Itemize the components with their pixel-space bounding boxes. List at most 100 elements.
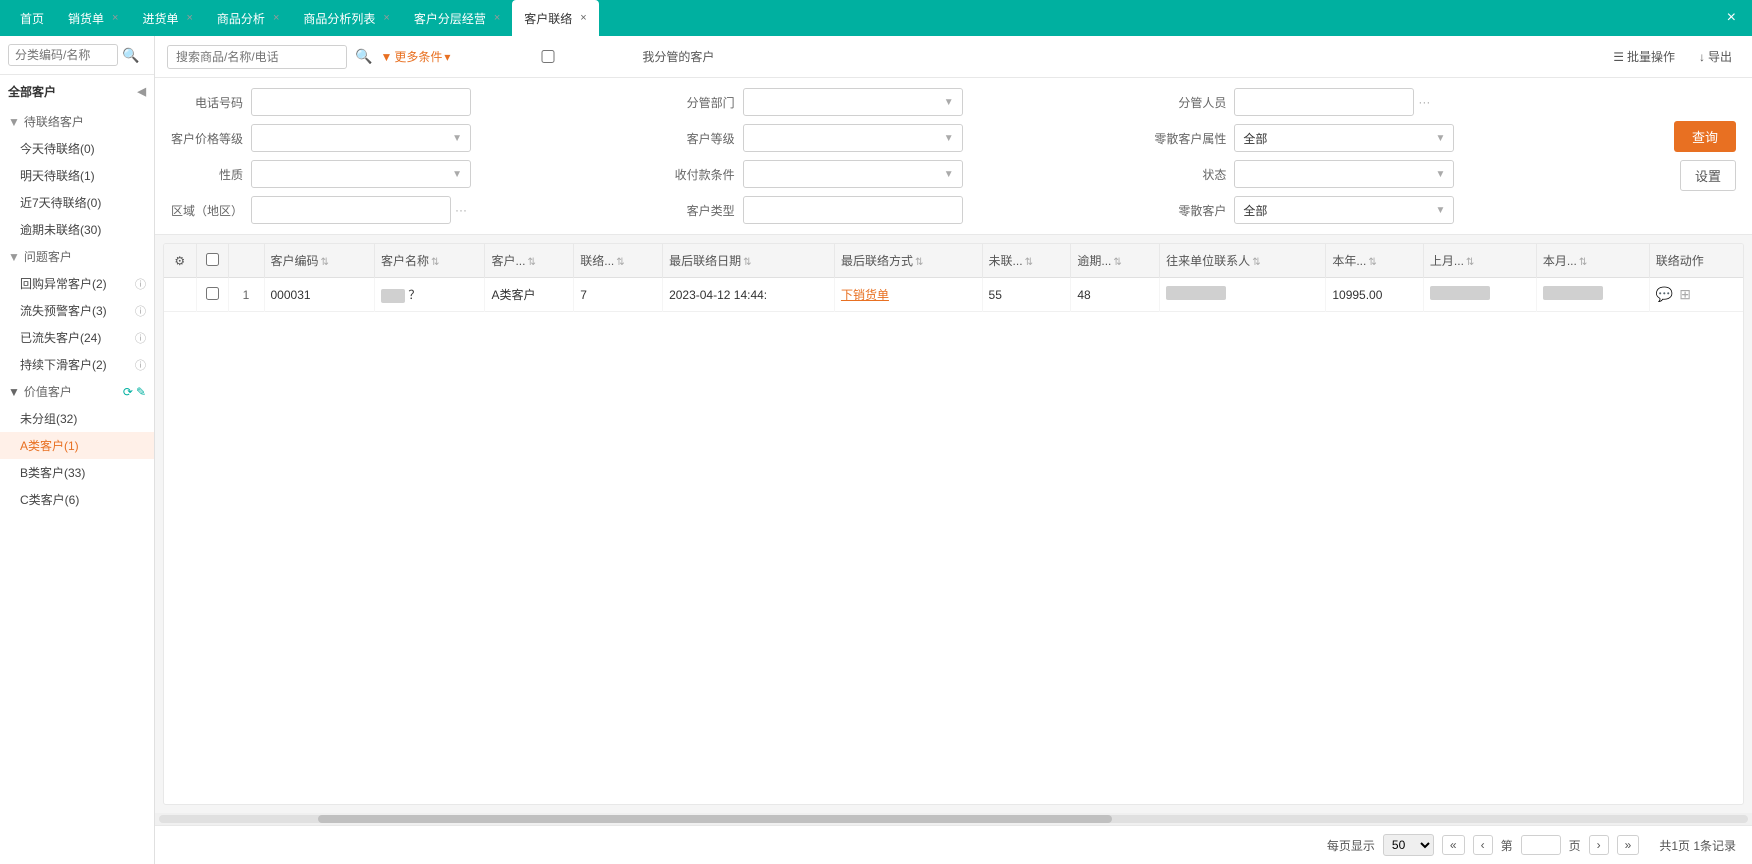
sidebar-item-c-class[interactable]: C类客户(6) bbox=[0, 486, 154, 513]
search-input[interactable] bbox=[167, 45, 347, 69]
col-level-header[interactable]: 客户...⇅ bbox=[485, 244, 574, 278]
col-last-method-header[interactable]: 最后联络方式⇅ bbox=[834, 244, 982, 278]
close-segment-tab[interactable]: × bbox=[494, 12, 500, 24]
close-product-analysis-tab[interactable]: × bbox=[273, 12, 279, 24]
customer-grade-select[interactable]: ▼ bbox=[743, 124, 963, 152]
sidebar-item-7days[interactable]: 近7天待联络(0) bbox=[0, 189, 154, 216]
col-name-header[interactable]: 客户名称⇅ bbox=[374, 244, 484, 278]
sidebar-item-tomorrow[interactable]: 明天待联络(1) bbox=[0, 162, 154, 189]
sidebar-item-a-class[interactable]: A类客户(1) bbox=[0, 432, 154, 459]
filter-search-icon[interactable]: 🔍 bbox=[355, 48, 372, 65]
select-all-checkbox[interactable] bbox=[206, 253, 219, 266]
col-contact-header[interactable]: 联络...⇅ bbox=[574, 244, 663, 278]
retail-customer-select[interactable]: 全部 ▼ bbox=[1234, 196, 1454, 224]
sidebar-group-value[interactable]: ▼ 价值客户 ⟳ ✎ bbox=[0, 378, 154, 405]
filter-bar: 🔍 ▼ 更多条件 ▾ 我分管的客户 ☰ 批量操作 ↓ 导出 bbox=[155, 36, 1752, 78]
nav-sales[interactable]: 销货单 × bbox=[56, 0, 130, 36]
payment-select[interactable]: ▼ bbox=[743, 160, 963, 188]
bottom-scrollbar[interactable] bbox=[155, 813, 1752, 825]
chat-icon[interactable]: 💬 bbox=[1656, 286, 1673, 303]
customer-table: ⚙ 客户编码⇅ 客户名称⇅ 客户...⇅ 联络...⇅ 最后联络日期⇅ 最后联络… bbox=[164, 244, 1743, 312]
nav-home[interactable]: 首页 bbox=[8, 0, 56, 36]
close-product-list-tab[interactable]: × bbox=[383, 12, 389, 24]
row-last-method[interactable]: 下销货单 bbox=[834, 278, 982, 312]
qr-icon[interactable]: ⊞ bbox=[1679, 286, 1691, 303]
close-contact-tab[interactable]: × bbox=[580, 12, 586, 24]
add-group-icon[interactable]: ⟳ bbox=[123, 385, 133, 399]
row-checkbox[interactable] bbox=[196, 278, 228, 312]
export-button[interactable]: ↓ 导出 bbox=[1691, 44, 1740, 69]
close-all-button[interactable]: × bbox=[1719, 5, 1744, 31]
filter-icon: ▼ bbox=[380, 50, 392, 64]
next-page-button[interactable]: › bbox=[1589, 835, 1609, 855]
col-no-contact-header[interactable]: 未联...⇅ bbox=[982, 244, 1071, 278]
sidebar-item-churn-warning[interactable]: 流失预警客户(3) ⓘ bbox=[0, 297, 154, 324]
sidebar-item-overdue[interactable]: 逾期未联络(30) bbox=[0, 216, 154, 243]
last-method-link[interactable]: 下销货单 bbox=[841, 288, 889, 302]
phone-input[interactable] bbox=[251, 88, 471, 116]
sidebar-group-problems[interactable]: ▼ 问题客户 bbox=[0, 243, 154, 270]
group-title-pending: 待联络客户 bbox=[24, 113, 84, 130]
sidebar-item-churned[interactable]: 已流失客户(24) ⓘ bbox=[0, 324, 154, 351]
batch-op-button[interactable]: ☰ 批量操作 bbox=[1605, 44, 1683, 69]
scroll-thumb bbox=[318, 815, 1113, 823]
col-contact2-header[interactable]: 往来单位联系人⇅ bbox=[1160, 244, 1326, 278]
last-page-button[interactable]: » bbox=[1617, 835, 1640, 855]
more-conditions-button[interactable]: ▼ 更多条件 ▾ bbox=[380, 48, 450, 65]
filter-dept: 分管部门 ▼ bbox=[663, 88, 1155, 116]
customer-type-input[interactable] bbox=[743, 196, 963, 224]
col-last-month-header[interactable]: 上月...⇅ bbox=[1423, 244, 1536, 278]
sidebar-item-today[interactable]: 今天待联络(0) bbox=[0, 135, 154, 162]
top-nav: 首页 销货单 × 进货单 × 商品分析 × 商品分析列表 × 客户分层经营 × … bbox=[0, 0, 1752, 36]
page-number-input[interactable]: 1 bbox=[1521, 835, 1561, 855]
page-size-select[interactable]: 50 100 200 bbox=[1383, 834, 1434, 856]
sidebar-search-input[interactable] bbox=[8, 44, 118, 66]
region-dots[interactable]: ··· bbox=[451, 203, 471, 217]
sidebar-item-declining[interactable]: 持续下滑客户(2) ⓘ bbox=[0, 351, 154, 378]
first-page-button[interactable]: « bbox=[1442, 835, 1465, 855]
nav-product-analysis-list[interactable]: 商品分析列表 × bbox=[291, 0, 401, 36]
sidebar-group-pending[interactable]: ▼ 待联络客户 bbox=[0, 108, 154, 135]
my-customers-filter[interactable]: 我分管的客户 bbox=[458, 48, 714, 65]
retail-attr-select[interactable]: 全部 ▼ bbox=[1234, 124, 1454, 152]
contact2-blurred bbox=[1166, 286, 1226, 300]
settings-button[interactable]: 设置 bbox=[1680, 160, 1736, 191]
nature-select[interactable]: ▼ bbox=[251, 160, 471, 188]
col-this-year-header[interactable]: 本年...⇅ bbox=[1326, 244, 1424, 278]
price-grade-select[interactable]: ▼ bbox=[251, 124, 471, 152]
person-input[interactable] bbox=[1234, 88, 1414, 116]
row-num: 1 bbox=[228, 278, 264, 312]
main-layout: 🔍 全部客户 ◀ ▼ 待联络客户 今天待联络(0) 明天待联络(1) 近7天待联… bbox=[0, 36, 1752, 864]
col-last-date-header[interactable]: 最后联络日期⇅ bbox=[663, 244, 835, 278]
person-dots[interactable]: ··· bbox=[1414, 95, 1434, 109]
dept-select[interactable]: ▼ bbox=[743, 88, 963, 116]
col-overdue-header[interactable]: 逾期...⇅ bbox=[1071, 244, 1160, 278]
sidebar-item-b-class[interactable]: B类客户(33) bbox=[0, 459, 154, 486]
row-name[interactable]: ？ bbox=[374, 278, 484, 312]
status-select[interactable]: ▼ bbox=[1234, 160, 1454, 188]
col-code-header[interactable]: 客户编码⇅ bbox=[264, 244, 374, 278]
filter-payment: 收付款条件 ▼ bbox=[663, 160, 1155, 188]
col-gear-header[interactable]: ⚙ bbox=[164, 244, 196, 278]
nav-purchase[interactable]: 进货单 × bbox=[130, 0, 204, 36]
nav-customer-contact[interactable]: 客户联络 × bbox=[512, 0, 598, 36]
col-checkbox-header[interactable] bbox=[196, 244, 228, 278]
sidebar-search-area: 🔍 bbox=[0, 36, 154, 75]
region-select[interactable] bbox=[251, 196, 451, 224]
my-customers-checkbox[interactable] bbox=[458, 50, 638, 63]
nav-customer-segment[interactable]: 客户分层经营 × bbox=[402, 0, 512, 36]
sidebar-item-ungrouped[interactable]: 未分组(32) bbox=[0, 405, 154, 432]
sidebar-all-customers[interactable]: 全部客户 ◀ bbox=[0, 75, 154, 108]
close-sales-tab[interactable]: × bbox=[112, 12, 118, 24]
sidebar-item-repurchase-abnormal[interactable]: 回购异常客户(2) ⓘ bbox=[0, 270, 154, 297]
col-this-month-header[interactable]: 本月...⇅ bbox=[1536, 244, 1649, 278]
sidebar-search-icon[interactable]: 🔍 bbox=[122, 47, 139, 64]
query-button[interactable]: 查询 bbox=[1674, 121, 1736, 152]
nav-product-analysis[interactable]: 商品分析 × bbox=[205, 0, 291, 36]
prev-page-button[interactable]: ‹ bbox=[1473, 835, 1493, 855]
edit-group-icon[interactable]: ✎ bbox=[136, 385, 146, 399]
close-purchase-tab[interactable]: × bbox=[186, 12, 192, 24]
row-select-checkbox[interactable] bbox=[206, 287, 219, 300]
page-word-prefix: 第 bbox=[1501, 837, 1513, 854]
retail-attr-value: 全部 bbox=[1243, 130, 1267, 147]
